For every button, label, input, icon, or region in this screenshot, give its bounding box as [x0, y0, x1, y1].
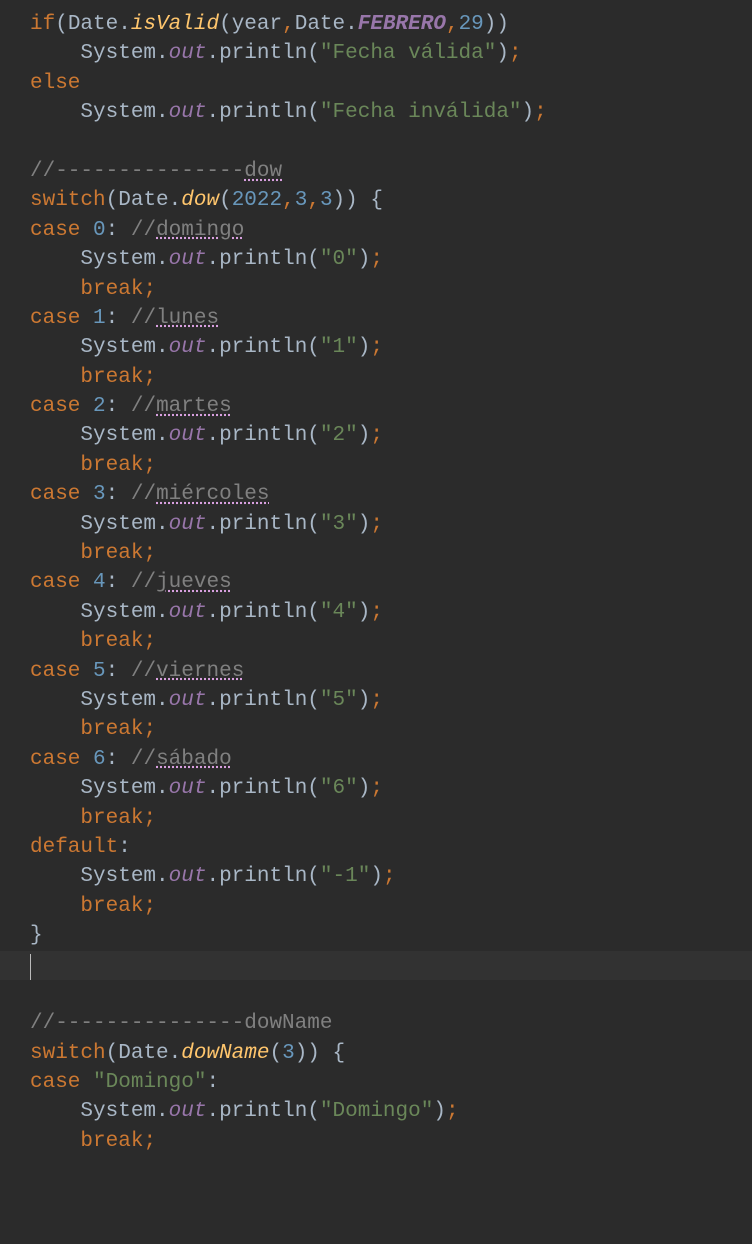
code-line: break;: [30, 630, 156, 653]
code-line: System.out.println("6");: [30, 777, 383, 800]
code-line: switch(Date.dow(2022,3,3)) {: [30, 189, 383, 212]
code-line: System.out.println("2");: [30, 424, 383, 447]
code-line: System.out.println("Domingo");: [30, 1100, 459, 1123]
code-line: System.out.println("0");: [30, 248, 383, 271]
code-line: System.out.println("1");: [30, 336, 383, 359]
code-line: System.out.println("-1");: [30, 865, 396, 888]
code-line: break;: [30, 542, 156, 565]
code-line: break;: [30, 454, 156, 477]
code-line: System.out.println("3");: [30, 513, 383, 536]
code-line: System.out.println("Fecha válida");: [30, 42, 522, 65]
code-line: break;: [30, 718, 156, 741]
code-line: break;: [30, 1130, 156, 1153]
code-line: }: [30, 924, 43, 947]
code-line: if(Date.isValid(year,Date.FEBRERO,29)): [30, 13, 509, 36]
code-line: System.out.println("Fecha inválida");: [30, 101, 547, 124]
cursor-line: [0, 951, 752, 980]
code-line: System.out.println("5");: [30, 689, 383, 712]
code-line: break;: [30, 895, 156, 918]
code-line: case 1: //lunes: [30, 307, 219, 330]
code-line: break;: [30, 366, 156, 389]
code-line: case "Domingo":: [30, 1071, 219, 1094]
code-line: else: [30, 72, 80, 95]
code-line: break;: [30, 278, 156, 301]
code-line: case 6: //sábado: [30, 748, 232, 771]
code-line: break;: [30, 807, 156, 830]
code-line: case 3: //miércoles: [30, 483, 270, 506]
code-line: switch(Date.dowName(3)) {: [30, 1042, 345, 1065]
code-line: //---------------dow: [30, 160, 282, 183]
code-line: case 4: //jueves: [30, 571, 232, 594]
code-editor[interactable]: if(Date.isValid(year,Date.FEBRERO,29)) S…: [0, 0, 752, 1166]
text-cursor: [30, 954, 31, 980]
code-line: System.out.println("4");: [30, 601, 383, 624]
code-line: //---------------dowName: [30, 1012, 332, 1035]
code-line: case 5: //viernes: [30, 660, 244, 683]
code-line: case 2: //martes: [30, 395, 232, 418]
code-line: case 0: //domingo: [30, 219, 244, 242]
code-line: default:: [30, 836, 131, 859]
